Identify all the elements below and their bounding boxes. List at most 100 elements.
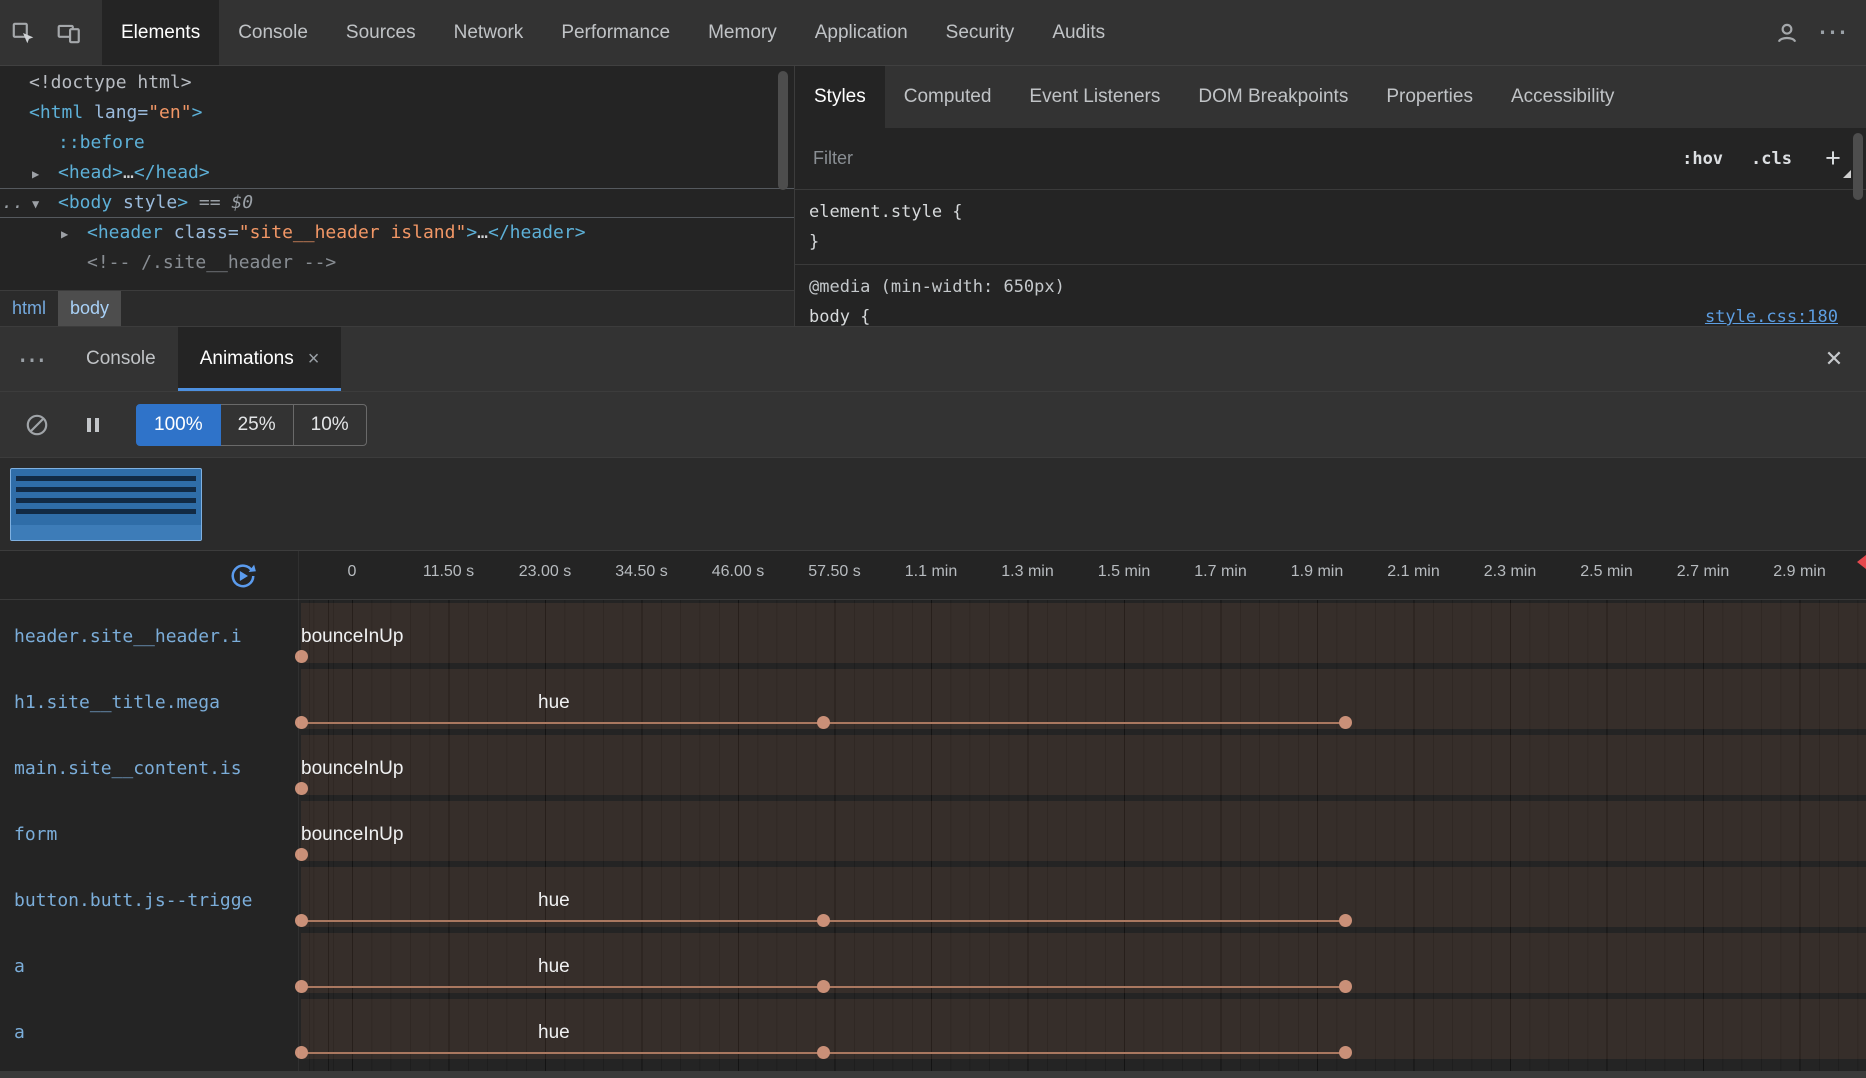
keyframe-dot[interactable] xyxy=(817,1046,830,1059)
tab-audits[interactable]: Audits xyxy=(1033,0,1124,65)
disclosure-arrow-icon[interactable]: ▶ xyxy=(61,219,87,249)
element-style-rule-close: } xyxy=(809,227,1866,257)
animation-node-name[interactable]: h1.site__title.mega xyxy=(14,692,296,713)
device-toolbar-icon[interactable] xyxy=(46,0,92,65)
media-query: @media (min-width: 650px) xyxy=(809,272,1866,302)
animation-group-preview[interactable] xyxy=(10,468,202,541)
disclosure-arrow-icon[interactable]: ▶ xyxy=(32,159,58,189)
sidebar-tab-dom-breakpoints[interactable]: DOM Breakpoints xyxy=(1179,66,1367,128)
class-toggle[interactable]: .cls xyxy=(1751,149,1792,169)
playback-rate-100[interactable]: 100% xyxy=(136,404,221,446)
more-glyph: ⋯ xyxy=(1818,18,1849,48)
keyframe-dot[interactable] xyxy=(1339,980,1352,993)
tab-sources[interactable]: Sources xyxy=(327,0,435,65)
drawer-tab-label: Console xyxy=(86,348,156,370)
animation-node-name[interactable]: a xyxy=(14,956,296,977)
animation-node-name[interactable]: a xyxy=(14,1022,296,1043)
drawer-more-icon[interactable]: ⋯ xyxy=(0,327,64,391)
elements-scrollbar-thumb[interactable] xyxy=(778,71,788,190)
devtools-main-toolbar: ElementsConsoleSourcesNetworkPerformance… xyxy=(0,0,1866,66)
playback-rate-10[interactable]: 10% xyxy=(293,404,367,446)
keyframe-dot[interactable] xyxy=(1339,914,1352,927)
dom-tree-line[interactable]: ▶<header class="site__header island">…</… xyxy=(0,218,794,248)
animation-node-name[interactable]: main.site__content.is xyxy=(14,758,296,779)
disclosure-arrow-icon[interactable]: ▼ xyxy=(32,190,58,218)
dom-tree-line[interactable]: ▶<head>…</head> xyxy=(0,158,794,188)
styles-filter-input[interactable] xyxy=(811,147,1654,170)
animation-row[interactable]: button.butt.js--trigge hue xyxy=(0,864,1866,930)
pause-all-icon[interactable] xyxy=(72,404,114,446)
drawer-close-icon[interactable]: ✕ xyxy=(1802,327,1866,391)
tab-application[interactable]: Application xyxy=(796,0,927,65)
keyframe-dot[interactable] xyxy=(817,716,830,729)
drawer-tab-console[interactable]: Console xyxy=(64,327,178,391)
tab-performance[interactable]: Performance xyxy=(542,0,689,65)
drawer-more-glyph: ⋯ xyxy=(18,343,46,376)
animation-group-strip xyxy=(0,458,1866,551)
tab-close-icon[interactable]: × xyxy=(308,348,320,371)
animation-row[interactable]: main.site__content.isbounceInUp xyxy=(0,732,1866,798)
dom-tree-line[interactable]: <html lang="en"> xyxy=(0,98,794,128)
dom-tree-line[interactable]: ..▼<body style> == $0 xyxy=(0,188,794,218)
playback-rate-25[interactable]: 25% xyxy=(220,404,294,446)
sidebar-tab-styles[interactable]: Styles xyxy=(795,66,885,128)
animation-node-name[interactable]: header.site__header.i xyxy=(14,626,296,647)
animation-row[interactable]: ahue xyxy=(0,996,1866,1062)
keyframe-dot[interactable] xyxy=(817,980,830,993)
tab-console[interactable]: Console xyxy=(219,0,327,65)
clear-all-icon[interactable] xyxy=(16,404,58,446)
keyframe-dot[interactable] xyxy=(295,914,308,927)
keyframe-dot[interactable] xyxy=(295,1046,308,1059)
keyframe-dot[interactable] xyxy=(295,980,308,993)
breadcrumb-html[interactable]: html xyxy=(0,291,58,326)
animations-timeline: 011.50 s23.00 s34.50 s46.00 s57.50 s1.1 … xyxy=(0,551,1866,1078)
breadcrumb: htmlbody xyxy=(0,290,794,326)
keyframe-dot[interactable] xyxy=(295,716,308,729)
tab-memory[interactable]: Memory xyxy=(689,0,796,65)
sidebar-tab-computed[interactable]: Computed xyxy=(885,66,1011,128)
new-style-rule-button[interactable]: + xyxy=(1820,145,1846,172)
ruler-label: 57.50 s xyxy=(808,563,860,581)
keyframe-dot[interactable] xyxy=(295,650,308,663)
dom-tree-line[interactable]: <!-- /.site__header --> xyxy=(0,248,794,278)
animation-row[interactable]: header.site__header.ibounceInUp xyxy=(0,600,1866,666)
sidebar-tab-accessibility[interactable]: Accessibility xyxy=(1492,66,1633,128)
keyframe-dot[interactable] xyxy=(1339,716,1352,729)
dom-tree-line[interactable]: <!doctype html> xyxy=(0,68,794,98)
sidebar-tab-event-listeners[interactable]: Event Listeners xyxy=(1010,66,1179,128)
horizontal-scrollbar[interactable] xyxy=(0,1071,1866,1078)
ruler-label: 2.7 min xyxy=(1677,563,1729,581)
pseudo-state-toggle[interactable]: :hov xyxy=(1682,149,1723,169)
tab-network[interactable]: Network xyxy=(435,0,543,65)
keyframe-dot[interactable] xyxy=(1339,1046,1352,1059)
styles-tab-bar: StylesComputedEvent ListenersDOM Breakpo… xyxy=(795,66,1866,128)
element-style-rule-open[interactable]: element.style { xyxy=(809,197,1866,227)
animation-node-name[interactable]: form xyxy=(14,824,296,845)
animation-name-label: hue xyxy=(538,890,570,912)
drawer-tab-animations[interactable]: Animations× xyxy=(178,327,342,391)
animation-row[interactable]: formbounceInUp xyxy=(0,798,1866,864)
profile-icon[interactable] xyxy=(1764,20,1810,46)
animation-name-label: bounceInUp xyxy=(301,824,403,846)
breadcrumb-body[interactable]: body xyxy=(58,291,121,326)
inspect-icon[interactable] xyxy=(0,0,46,65)
animation-row[interactable]: h1.site__title.megahue xyxy=(0,666,1866,732)
styles-scrollbar-thumb[interactable] xyxy=(1853,133,1863,200)
keyframe-dot[interactable] xyxy=(817,914,830,927)
animation-row[interactable]: ahue xyxy=(0,930,1866,996)
animation-node-name[interactable]: button.butt.js--trigge xyxy=(14,890,296,911)
tab-security[interactable]: Security xyxy=(927,0,1034,65)
animation-rows: header.site__header.ibounceInUph1.site__… xyxy=(0,600,1866,1062)
keyframe-dot[interactable] xyxy=(295,848,308,861)
tab-elements[interactable]: Elements xyxy=(102,0,219,65)
keyframe-dot[interactable] xyxy=(295,782,308,795)
sidebar-tab-properties[interactable]: Properties xyxy=(1367,66,1492,128)
animation-track: bounceInUp xyxy=(298,732,1866,798)
overflow-indicator: .. xyxy=(2,189,32,217)
replay-icon[interactable] xyxy=(228,561,258,591)
dom-tree-line[interactable]: ::before xyxy=(0,128,794,158)
animation-track: bounceInUp xyxy=(298,600,1866,666)
ruler-label: 1.9 min xyxy=(1291,563,1343,581)
playback-rate-group: 100%25%10% xyxy=(136,404,367,446)
more-menu-icon[interactable]: ⋯ xyxy=(1810,18,1856,48)
